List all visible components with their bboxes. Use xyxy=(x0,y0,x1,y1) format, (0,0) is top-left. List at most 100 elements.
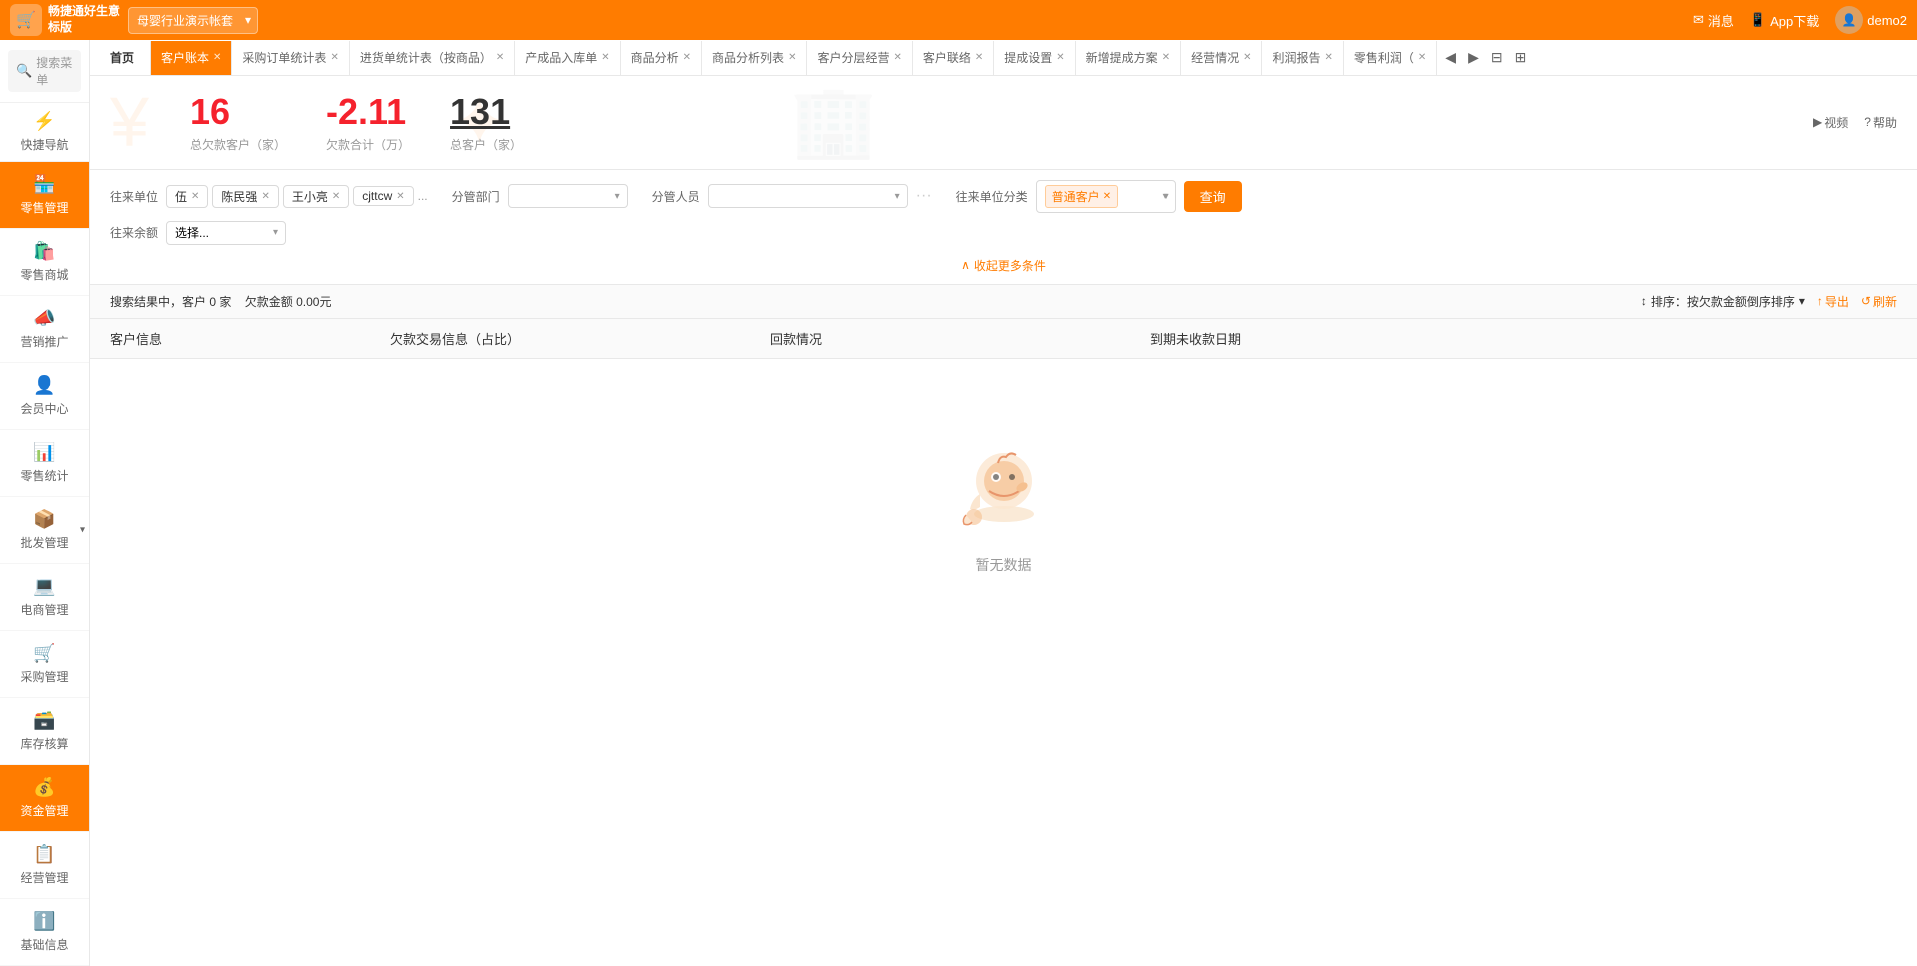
avatar: 👤 xyxy=(1835,6,1863,34)
tab-product-analysis[interactable]: 商品分析 ✕ xyxy=(621,41,702,75)
close-tab-customer-layer[interactable]: ✕ xyxy=(893,52,901,63)
filter-row-1: 往来单位 伍 ✕ 陈民强 ✕ 王小亮 ✕ xyxy=(110,180,1897,213)
tab-scroll-right[interactable]: ▶ xyxy=(1464,47,1483,68)
user-menu[interactable]: 👤 demo2 xyxy=(1835,6,1907,34)
stat-block-total-customers: 131 总客户（家） xyxy=(450,92,562,153)
remove-tag-wang[interactable]: ✕ xyxy=(332,191,340,202)
sidebar-item-retail-stats[interactable]: 📊 零售统计 xyxy=(0,430,89,497)
sidebar-item-retail-mall[interactable]: 🛍️ 零售商城 xyxy=(0,229,89,296)
sidebar-item-purchase-mgmt[interactable]: 🛒 采购管理 xyxy=(0,631,89,698)
empty-icon xyxy=(954,439,1054,539)
tab-business-status[interactable]: 经营情况 ✕ xyxy=(1181,41,1262,75)
account-selector[interactable]: 母婴行业演示帐套 xyxy=(128,7,258,34)
download-icon: 📱 xyxy=(1750,12,1766,28)
tab-purchase-order-stats[interactable]: 采购订单统计表 ✕ xyxy=(232,41,349,75)
tab-bar: 首页 客户账本 ✕ 采购订单统计表 ✕ 进货单统计表（按商品） ✕ 产成品入库单… xyxy=(90,40,1917,76)
filter-row-2: 往来余额 选择... xyxy=(110,221,1897,245)
tab-customer-contact[interactable]: 客户联络 ✕ xyxy=(913,41,994,75)
tab-production-entry[interactable]: 产成品入库单 ✕ xyxy=(515,41,620,75)
close-tab-new-promotion[interactable]: ✕ xyxy=(1162,52,1170,63)
refresh-btn[interactable]: ↺ 刷新 xyxy=(1861,293,1897,310)
sidebar-item-operations-mgmt[interactable]: 📋 经营管理 xyxy=(0,832,89,899)
sidebar: 🔍 搜索菜单 ⚡ 快捷导航 🏪 零售管理 🛍️ 零售商城 📣 营销推广 xyxy=(0,40,90,966)
tab-accounts-receivable[interactable]: 客户账本 ✕ xyxy=(151,41,232,75)
close-tab-customer-contact[interactable]: ✕ xyxy=(975,52,983,63)
tab-expand[interactable]: ⊟ xyxy=(1487,47,1507,68)
video-help-btn[interactable]: ▶ 视频 xyxy=(1813,114,1848,131)
tab-scroll-controls: ◀ ▶ ⊟ ⊞ xyxy=(1441,47,1530,68)
sidebar-item-marketing[interactable]: 📣 营销推广 xyxy=(0,296,89,363)
sidebar-item-finance-mgmt[interactable]: 💰 资金管理 xyxy=(0,765,89,832)
ecommerce-icon: 💻 xyxy=(33,576,55,597)
unit-category-wrapper: 普通客户 ✕ ▾ xyxy=(1036,180,1176,213)
help-icon: ? xyxy=(1864,115,1871,129)
tab-retail-profit[interactable]: 零售利润（ ✕ xyxy=(1344,41,1437,75)
results-bar: 搜索结果中，客户 0 家 欠款金额 0.00元 ↕ 排序：按欠款金额倒序排序 ▾… xyxy=(90,285,1917,319)
close-tab-purchase[interactable]: ✕ xyxy=(330,52,338,63)
export-btn[interactable]: ↑ 导出 xyxy=(1817,293,1849,310)
sort-select[interactable]: ↕ 排序：按欠款金额倒序排序 ▾ xyxy=(1641,293,1805,310)
table-header: 客户信息 欠款交易信息（占比） 回款情况 到期未收款日期 xyxy=(90,319,1917,359)
sidebar-item-ecommerce[interactable]: 💻 电商管理 xyxy=(0,564,89,631)
tab-fullscreen[interactable]: ⊞ xyxy=(1511,47,1531,68)
empty-state: 暂无数据 xyxy=(90,359,1917,655)
app-download-btn[interactable]: 📱 App下载 xyxy=(1750,11,1819,30)
close-tab-retail-profit[interactable]: ✕ xyxy=(1418,52,1426,63)
collapse-filter-btn[interactable]: ∧ 收起更多条件 xyxy=(110,257,1897,274)
messages-btn[interactable]: ✉ 消息 xyxy=(1693,11,1734,30)
unit-category-tag: 普通客户 ✕ xyxy=(1045,185,1118,208)
sidebar-item-basic-info[interactable]: ℹ️ 基础信息 xyxy=(0,899,89,966)
top-right-actions: ✉ 消息 📱 App下载 👤 demo2 xyxy=(1693,6,1907,34)
filter-area: 往来单位 伍 ✕ 陈民强 ✕ 王小亮 ✕ xyxy=(90,170,1917,285)
retail-stats-icon: 📊 xyxy=(33,442,55,463)
close-tab-product-analysis[interactable]: ✕ xyxy=(683,52,691,63)
person-select-wrapper xyxy=(708,184,908,208)
tab-profit-report[interactable]: 利润报告 ✕ xyxy=(1262,41,1343,75)
top-bar: 🛒 畅捷通好生意 标版 母婴行业演示帐套 ✉ 消息 📱 App下载 👤 demo… xyxy=(0,0,1917,40)
balance-select[interactable]: 选择... xyxy=(166,221,286,245)
sidebar-item-wholesale-mgmt[interactable]: 📦 批发管理 xyxy=(0,497,89,564)
retail-mgmt-icon: 🏪 xyxy=(33,174,55,195)
close-tab-accounts-receivable[interactable]: ✕ xyxy=(213,52,221,63)
logo-area: 🛒 畅捷通好生意 标版 xyxy=(10,4,120,36)
close-tab-promotion-settings[interactable]: ✕ xyxy=(1056,52,1064,63)
close-tab-business-status[interactable]: ✕ xyxy=(1243,52,1251,63)
more-tags-btn[interactable]: ... xyxy=(418,189,428,203)
collapse-filter-area: ∧ 收起更多条件 xyxy=(110,253,1897,274)
sidebar-item-inventory-check[interactable]: 🗃️ 库存核算 xyxy=(0,698,89,765)
purchase-icon: 🛒 xyxy=(33,643,55,664)
unit-tag-wang: 王小亮 ✕ xyxy=(283,185,349,208)
table-header-debt-info: 欠款交易信息（占比） xyxy=(390,329,770,348)
tab-product-analysis-list[interactable]: 商品分析列表 ✕ xyxy=(702,41,807,75)
tab-home[interactable]: 首页 xyxy=(94,41,151,75)
tab-inventory-stats[interactable]: 进货单统计表（按商品） ✕ xyxy=(350,41,515,75)
help-btn[interactable]: ? 帮助 xyxy=(1864,114,1897,131)
close-tab-production[interactable]: ✕ xyxy=(601,52,609,63)
person-select[interactable] xyxy=(708,184,908,208)
stat-value-total: 131 xyxy=(450,92,510,132)
tab-scroll-left[interactable]: ◀ xyxy=(1441,47,1460,68)
stat-block-debt: -2.11 欠款合计（万） xyxy=(326,92,450,153)
remove-tag-chen[interactable]: ✕ xyxy=(261,191,269,202)
person-more-btn[interactable]: ··· xyxy=(916,187,932,205)
dept-select[interactable] xyxy=(508,184,628,208)
tab-promotion-settings[interactable]: 提成设置 ✕ xyxy=(994,41,1075,75)
remove-unit-category-tag[interactable]: ✕ xyxy=(1103,191,1111,202)
close-tab-product-analysis-list[interactable]: ✕ xyxy=(788,52,796,63)
sidebar-item-retail-mgmt[interactable]: 🏪 零售管理 xyxy=(0,162,89,229)
query-button[interactable]: 查询 xyxy=(1184,181,1242,212)
remove-tag-cjttcw[interactable]: ✕ xyxy=(396,191,404,202)
close-tab-profit-report[interactable]: ✕ xyxy=(1325,52,1333,63)
wholesale-icon: 📦 xyxy=(33,509,55,530)
tab-new-promotion[interactable]: 新增提成方案 ✕ xyxy=(1076,41,1181,75)
sidebar-item-member-center[interactable]: 👤 会员中心 xyxy=(0,363,89,430)
sidebar-item-quick-nav[interactable]: ⚡ 快捷导航 xyxy=(0,103,89,162)
empty-text: 暂无数据 xyxy=(976,555,1032,575)
tab-customer-layer[interactable]: 客户分层经营 ✕ xyxy=(807,41,912,75)
main-content: 首页 客户账本 ✕ 采购订单统计表 ✕ 进货单统计表（按商品） ✕ 产成品入库单… xyxy=(90,40,1917,966)
stat-label-total: 总客户（家） xyxy=(450,136,522,153)
remove-tag-wu[interactable]: ✕ xyxy=(191,191,199,202)
sidebar-search-input[interactable]: 🔍 搜索菜单 xyxy=(8,50,81,92)
member-icon: 👤 xyxy=(33,375,55,396)
close-tab-inventory[interactable]: ✕ xyxy=(496,52,504,63)
